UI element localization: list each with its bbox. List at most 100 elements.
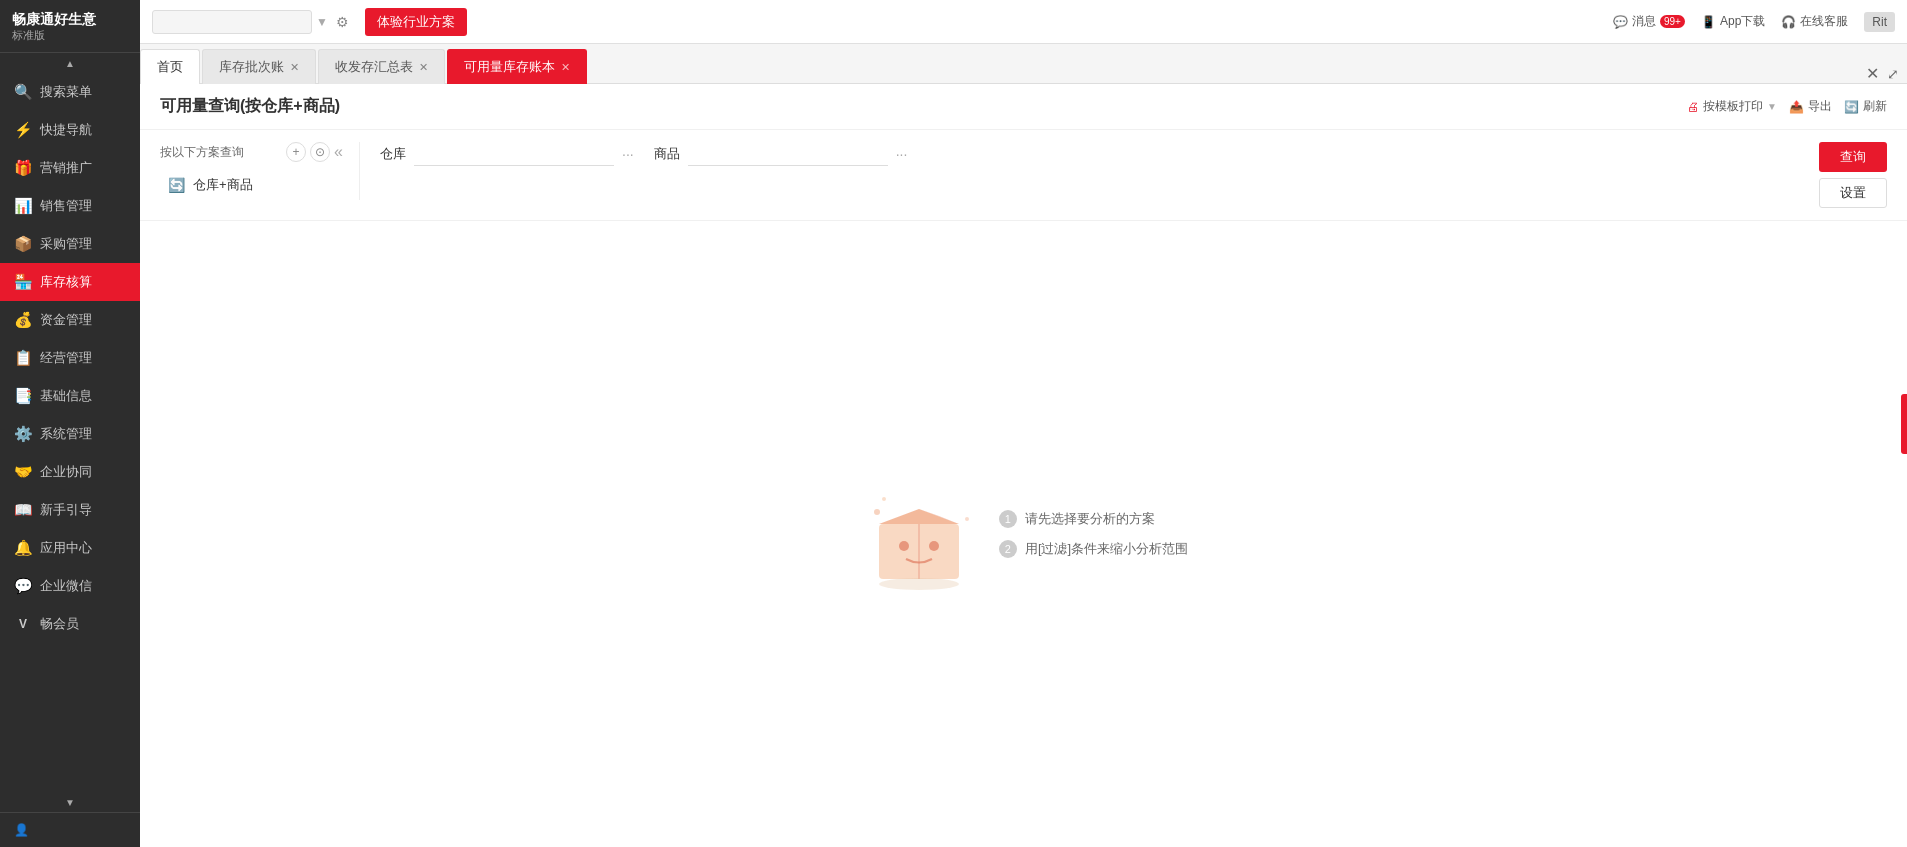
sidebar-item-base-info[interactable]: 📑 基础信息 (0, 377, 140, 415)
quick-nav-icon: ⚡ (14, 121, 32, 139)
tab-home[interactable]: 首页 (140, 49, 200, 84)
tabs-bar: 首页 库存批次账 ✕ 收发存汇总表 ✕ 可用量库存账本 ✕ ✕ ⤢ (140, 44, 1907, 84)
marketing-icon: 🎁 (14, 159, 32, 177)
query-left-panel: 按以下方案查询 + ⊙ « 🔄 仓库+商品 (160, 142, 360, 200)
sidebar-item-label: 快捷导航 (40, 121, 92, 139)
app-download-button[interactable]: 📱 App下载 (1701, 13, 1765, 30)
empty-num-2: 2 (999, 540, 1017, 558)
online-service-button[interactable]: 🎧 在线客服 (1781, 13, 1848, 30)
user-avatar-icon: 👤 (14, 823, 29, 837)
online-service-label: 在线客服 (1800, 13, 1848, 30)
user-avatar[interactable]: Rit (1864, 12, 1895, 32)
user-name: Rit (1872, 15, 1887, 29)
top-header: ▼ ⚙ 体验行业方案 💬 消息 99+ 📱 App下载 🎧 在线客服 Rit (140, 0, 1907, 44)
settings-scheme-button[interactable]: ⊙ (310, 142, 330, 162)
sidebar-item-finance[interactable]: 💰 资金管理 (0, 301, 140, 339)
svg-point-9 (882, 497, 886, 501)
header-search-input[interactable] (152, 10, 312, 34)
empty-num-1: 1 (999, 510, 1017, 528)
empty-hint-1-text: 请先选择要分析的方案 (1025, 510, 1155, 528)
tab-batch-account[interactable]: 库存批次账 ✕ (202, 49, 316, 84)
add-icon: + (293, 145, 300, 159)
print-dropdown-icon[interactable]: ▼ (1767, 101, 1777, 112)
export-icon: 📤 (1789, 100, 1804, 114)
product-label: 商品 (654, 145, 680, 163)
svg-marker-1 (879, 509, 959, 524)
tab-available-qty-label: 可用量库存账本 (464, 58, 555, 76)
product-input[interactable] (688, 142, 888, 166)
empty-hint-2: 2 用[过滤]条件来缩小分析范围 (999, 540, 1188, 558)
message-badge: 99+ (1660, 15, 1685, 28)
sidebar-item-marketing[interactable]: 🎁 营销推广 (0, 149, 140, 187)
sidebar-item-label: 搜索菜单 (40, 83, 92, 101)
query-left-actions: + ⊙ « (286, 142, 343, 162)
sidebar-scroll-down[interactable]: ▼ (0, 792, 140, 812)
empty-hint-2-text: 用[过滤]条件来缩小分析范围 (1025, 540, 1188, 558)
sidebar-item-label: 采购管理 (40, 235, 92, 253)
sidebar-item-business[interactable]: 📋 经营管理 (0, 339, 140, 377)
svg-point-8 (965, 517, 969, 521)
product-more-icon[interactable]: ··· (896, 146, 908, 162)
logo-title: 畅康通好生意 (12, 10, 128, 28)
sidebar-item-guide[interactable]: 📖 新手引导 (0, 491, 140, 529)
sidebar-item-enterprise[interactable]: 🤝 企业协同 (0, 453, 140, 491)
tabs-close-all-button[interactable]: ✕ (1866, 64, 1879, 83)
print-label: 按模板打印 (1703, 98, 1763, 115)
query-scheme-title: 按以下方案查询 (160, 144, 244, 161)
sidebar-item-purchase[interactable]: 📦 采购管理 (0, 225, 140, 263)
service-icon: 🎧 (1781, 15, 1796, 29)
header-search-dropdown[interactable]: ▼ (316, 15, 328, 29)
sidebar-item-system[interactable]: ⚙️ 系统管理 (0, 415, 140, 453)
tabs-expand-button[interactable]: ⤢ (1887, 66, 1899, 82)
tab-available-qty-close[interactable]: ✕ (561, 61, 570, 74)
sidebar-item-inventory[interactable]: 🏪 库存核算 (0, 263, 140, 301)
header-search-area: ▼ ⚙ (152, 10, 349, 34)
warehouse-label: 仓库 (380, 145, 406, 163)
warehouse-more-icon[interactable]: ··· (622, 146, 634, 162)
refresh-button[interactable]: 🔄 刷新 (1844, 98, 1887, 115)
print-icon: 🖨 (1687, 100, 1699, 114)
wechat-icon: 💬 (14, 577, 32, 595)
query-left-header: 按以下方案查询 + ⊙ « (160, 142, 343, 162)
collapse-scheme-button[interactable]: « (334, 143, 343, 161)
query-button[interactable]: 查询 (1819, 142, 1887, 172)
member-icon: V (14, 617, 32, 631)
tab-inventory-summary[interactable]: 收发存汇总表 ✕ (318, 49, 445, 84)
warehouse-input[interactable] (414, 142, 614, 166)
sidebar-scroll-up[interactable]: ▲ (0, 53, 140, 73)
empty-text: 1 请先选择要分析的方案 2 用[过滤]条件来缩小分析范围 (999, 510, 1188, 558)
purchase-icon: 📦 (14, 235, 32, 253)
header-gear-icon[interactable]: ⚙ (336, 14, 349, 30)
sidebar-item-label: 企业微信 (40, 577, 92, 595)
scheme-label: 仓库+商品 (193, 176, 253, 194)
print-button[interactable]: 🖨 按模板打印 ▼ (1687, 98, 1777, 115)
tab-batch-account-label: 库存批次账 (219, 58, 284, 76)
sidebar-item-label: 经营管理 (40, 349, 92, 367)
tab-available-qty[interactable]: 可用量库存账本 ✕ (447, 49, 587, 84)
sidebar-item-label: 系统管理 (40, 425, 92, 443)
tab-inventory-summary-close[interactable]: ✕ (419, 61, 428, 74)
sidebar-item-member[interactable]: V 畅会员 (0, 605, 140, 643)
sidebar-item-sales[interactable]: 📊 销售管理 (0, 187, 140, 225)
sidebar-bottom[interactable]: 👤 (0, 812, 140, 847)
sidebar-item-quick-nav[interactable]: ⚡ 快捷导航 (0, 111, 140, 149)
empty-state: 1 请先选择要分析的方案 2 用[过滤]条件来缩小分析范围 (140, 221, 1907, 847)
sidebar-item-label: 库存核算 (40, 273, 92, 291)
sidebar-item-wechat[interactable]: 💬 企业微信 (0, 567, 140, 605)
query-actions: 查询 设置 (1803, 142, 1887, 208)
product-filter-group: 商品 ··· (654, 142, 908, 166)
setting-button[interactable]: 设置 (1819, 178, 1887, 208)
phone-icon: 📱 (1701, 15, 1716, 29)
sidebar-item-app-center[interactable]: 🔔 应用中心 (0, 529, 140, 567)
add-scheme-button[interactable]: + (286, 142, 306, 162)
tab-batch-account-close[interactable]: ✕ (290, 61, 299, 74)
query-section: 按以下方案查询 + ⊙ « 🔄 仓库+商品 (140, 130, 1907, 221)
sidebar-item-search[interactable]: 🔍 搜索菜单 (0, 73, 140, 111)
scheme-item-warehouse-product[interactable]: 🔄 仓库+商品 (160, 170, 343, 200)
sidebar-menu: 🔍 搜索菜单 ⚡ 快捷导航 🎁 营销推广 📊 销售管理 📦 采购管理 🏪 库存核… (0, 73, 140, 792)
trial-button[interactable]: 体验行业方案 (365, 8, 467, 36)
message-button[interactable]: 💬 消息 99+ (1613, 13, 1685, 30)
export-button[interactable]: 📤 导出 (1789, 98, 1832, 115)
sidebar-item-label: 营销推广 (40, 159, 92, 177)
logo-sub: 标准版 (12, 28, 128, 42)
